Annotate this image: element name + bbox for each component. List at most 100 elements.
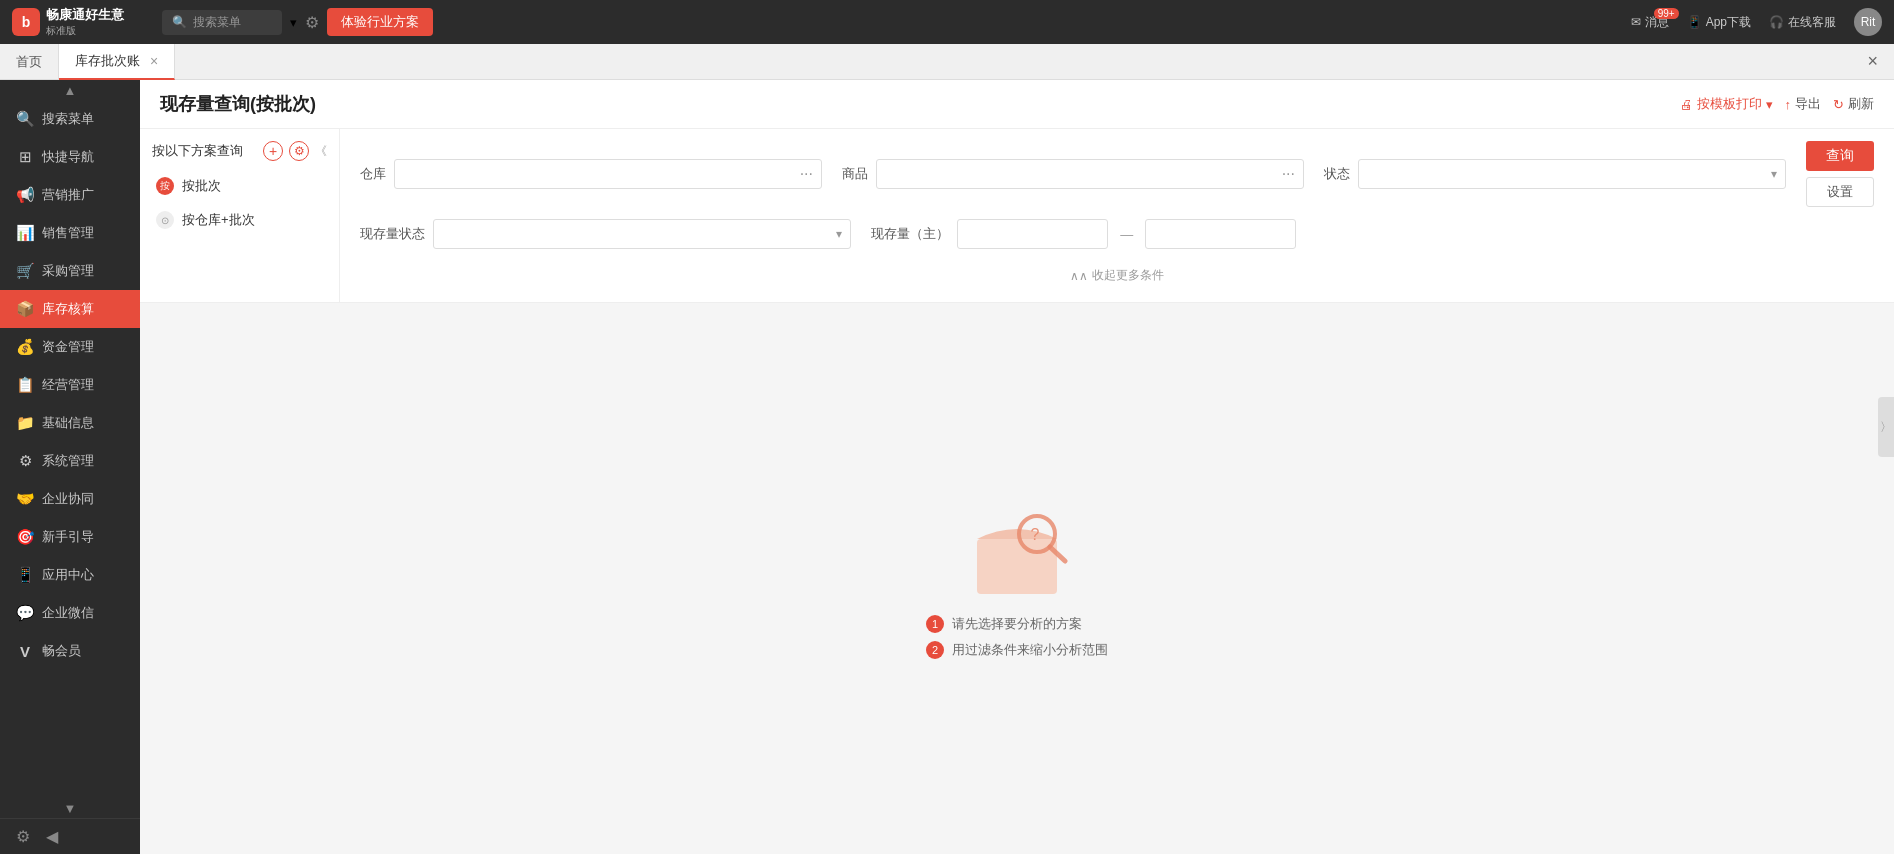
finance-icon: 💰 [16, 338, 34, 356]
warehouse-input[interactable]: ··· [394, 159, 822, 189]
message-icon: ✉ [1631, 15, 1641, 29]
appcenter-icon: 📱 [16, 566, 34, 584]
messages-btn[interactable]: ✉ 消息 99+ [1631, 14, 1669, 31]
inventory-status-field: 现存量状态 ▾ [360, 219, 851, 249]
sidebar-item-inventory[interactable]: 📦 库存核算 [0, 290, 140, 328]
sidebar-item-system[interactable]: ⚙ 系统管理 [0, 442, 140, 480]
marketing-icon: 📢 [16, 186, 34, 204]
inventory-status-select[interactable]: ▾ [433, 219, 851, 249]
tab-home[interactable]: 首页 [0, 44, 59, 80]
sidebar-item-purchase[interactable]: 🛒 采购管理 [0, 252, 140, 290]
collapse-schema-icon[interactable]: 《 [315, 143, 327, 160]
tab-close-icon[interactable]: × [150, 53, 158, 69]
sidebar-item-finance[interactable]: 💰 资金管理 [0, 328, 140, 366]
sidebar-settings-icon[interactable]: ⚙ [16, 827, 30, 846]
svg-rect-0 [977, 539, 1057, 594]
refresh-btn[interactable]: ↻ 刷新 [1833, 95, 1874, 113]
status-label: 状态 [1324, 165, 1350, 183]
online-service-btn[interactable]: 🎧 在线客服 [1769, 14, 1836, 31]
refresh-icon: ↻ [1833, 97, 1844, 112]
sidebar-item-enterprise[interactable]: 🤝 企业协同 [0, 480, 140, 518]
page-title: 现存量查询(按批次) [160, 92, 316, 116]
topbar-right: ✉ 消息 99+ 📱 App下载 🎧 在线客服 Rit [1631, 8, 1882, 36]
current-qty-field: 现存量（主） — [871, 219, 1362, 249]
sidebar-item-shortcut[interactable]: ⊞ 快捷导航 [0, 138, 140, 176]
filter-panel: 按以下方案查询 + ⚙ 《 按 按批次 ⊙ 按仓库+批次 [140, 129, 1894, 303]
print-dropdown-icon[interactable]: ▾ [1766, 97, 1773, 112]
nav-dropdown-icon[interactable]: ▾ [290, 15, 297, 30]
filter-schema-title: 按以下方案查询 [152, 142, 243, 160]
query-btn[interactable]: 查询 [1806, 141, 1874, 171]
schema-item-batch[interactable]: 按 按批次 [140, 169, 339, 203]
settings-icon[interactable]: ⚙ [305, 13, 319, 32]
phone-icon: 📱 [1687, 15, 1702, 29]
schema-item-warehouse-batch[interactable]: ⊙ 按仓库+批次 [140, 203, 339, 237]
filter-buttons: 查询 设置 [1806, 141, 1874, 207]
empty-tip-2: 2 用过滤条件来缩小分析范围 [926, 641, 1108, 659]
sidebar-item-appcenter[interactable]: 📱 应用中心 [0, 556, 140, 594]
avatar: Rit [1854, 8, 1882, 36]
grid-icon: ⊞ [16, 148, 34, 166]
warehouse-field: 仓库 ··· [360, 159, 822, 189]
industry-btn[interactable]: 体验行业方案 [327, 8, 433, 36]
current-qty-label: 现存量（主） [871, 225, 949, 243]
tip-text-2: 用过滤条件来缩小分析范围 [952, 641, 1108, 659]
current-qty-to-input[interactable] [1145, 219, 1296, 249]
filter-schema-panel: 按以下方案查询 + ⚙ 《 按 按批次 ⊙ 按仓库+批次 [140, 129, 340, 302]
menu-search-box[interactable]: 🔍 搜索菜单 [162, 10, 282, 35]
tabbar: 首页 库存批次账 × × [0, 44, 1894, 80]
print-btn[interactable]: 🖨 按模板打印 ▾ [1680, 95, 1773, 113]
sidebar-item-operation[interactable]: 📋 经营管理 [0, 366, 140, 404]
schema-sub-icon: ⊙ [156, 211, 174, 229]
inventory-status-dropdown-icon: ▾ [836, 227, 842, 241]
sidebar: ▲ 🔍 搜索菜单 ⊞ 快捷导航 📢 营销推广 📊 销售管理 🛒 采购管理 [0, 80, 140, 854]
sidebar-item-sales[interactable]: 📊 销售管理 [0, 214, 140, 252]
tab-inventory-batch[interactable]: 库存批次账 × [59, 44, 175, 80]
sidebar-item-basic[interactable]: 📁 基础信息 [0, 404, 140, 442]
purchase-icon: 🛒 [16, 262, 34, 280]
page-actions: 🖨 按模板打印 ▾ ↑ 导出 ↻ 刷新 [1680, 95, 1875, 113]
sidebar-item-newguide[interactable]: 🎯 新手引导 [0, 518, 140, 556]
guide-icon: 🎯 [16, 528, 34, 546]
sidebar-item-wxenterprise[interactable]: 💬 企业微信 [0, 594, 140, 632]
tip-num-2: 2 [926, 641, 944, 659]
tip-num-1: 1 [926, 615, 944, 633]
collapse-more-btn[interactable]: ∧∧ 收起更多条件 [360, 261, 1874, 290]
schema-settings-btn[interactable]: ⚙ [289, 141, 309, 161]
sidebar-scroll-down[interactable]: ▼ [0, 798, 140, 818]
empty-tip-1: 1 请先选择要分析的方案 [926, 615, 1108, 633]
sidebar-scroll-up[interactable]: ▲ [0, 80, 140, 100]
filter-schema-actions: + ⚙ 《 [263, 141, 327, 161]
export-icon: ↑ [1785, 97, 1792, 112]
logo-icon: b [12, 8, 40, 36]
sidebar-item-member[interactable]: V 畅会员 [0, 632, 140, 670]
basic-icon: 📁 [16, 414, 34, 432]
add-schema-btn[interactable]: + [263, 141, 283, 161]
operation-icon: 📋 [16, 376, 34, 394]
status-field: 状态 ▾ [1324, 159, 1786, 189]
warehouse-more-icon[interactable]: ··· [800, 165, 813, 183]
right-panel-toggle[interactable]: 〉 [1878, 397, 1894, 457]
sales-icon: 📊 [16, 224, 34, 242]
goods-more-icon[interactable]: ··· [1282, 165, 1295, 183]
empty-tips: 1 请先选择要分析的方案 2 用过滤条件来缩小分析范围 [926, 615, 1108, 659]
filter-settings-btn[interactable]: 设置 [1806, 177, 1874, 207]
status-select[interactable]: ▾ [1358, 159, 1786, 189]
filter-fields: 仓库 ··· 商品 ··· [340, 129, 1894, 302]
status-dropdown-icon: ▾ [1771, 167, 1777, 181]
tab-panel-close-icon[interactable]: × [1867, 51, 1878, 72]
current-qty-from-input[interactable] [957, 219, 1108, 249]
app-logo: b 畅康通好生意 标准版 [12, 7, 142, 37]
export-btn[interactable]: ↑ 导出 [1785, 95, 1822, 113]
wechat-icon: 💬 [16, 604, 34, 622]
app-download-btn[interactable]: 📱 App下载 [1687, 14, 1751, 31]
sidebar-item-search[interactable]: 🔍 搜索菜单 [0, 100, 140, 138]
goods-input[interactable]: ··· [876, 159, 1304, 189]
filter-schema-header: 按以下方案查询 + ⚙ 《 [140, 141, 339, 169]
search-icon: 🔍 [16, 110, 34, 128]
user-avatar[interactable]: Rit [1854, 8, 1882, 36]
filter-row-1: 仓库 ··· 商品 ··· [360, 141, 1874, 207]
empty-svg: ? [957, 499, 1077, 599]
sidebar-item-marketing[interactable]: 📢 营销推广 [0, 176, 140, 214]
sidebar-collapse-icon[interactable]: ◀ [46, 827, 58, 846]
